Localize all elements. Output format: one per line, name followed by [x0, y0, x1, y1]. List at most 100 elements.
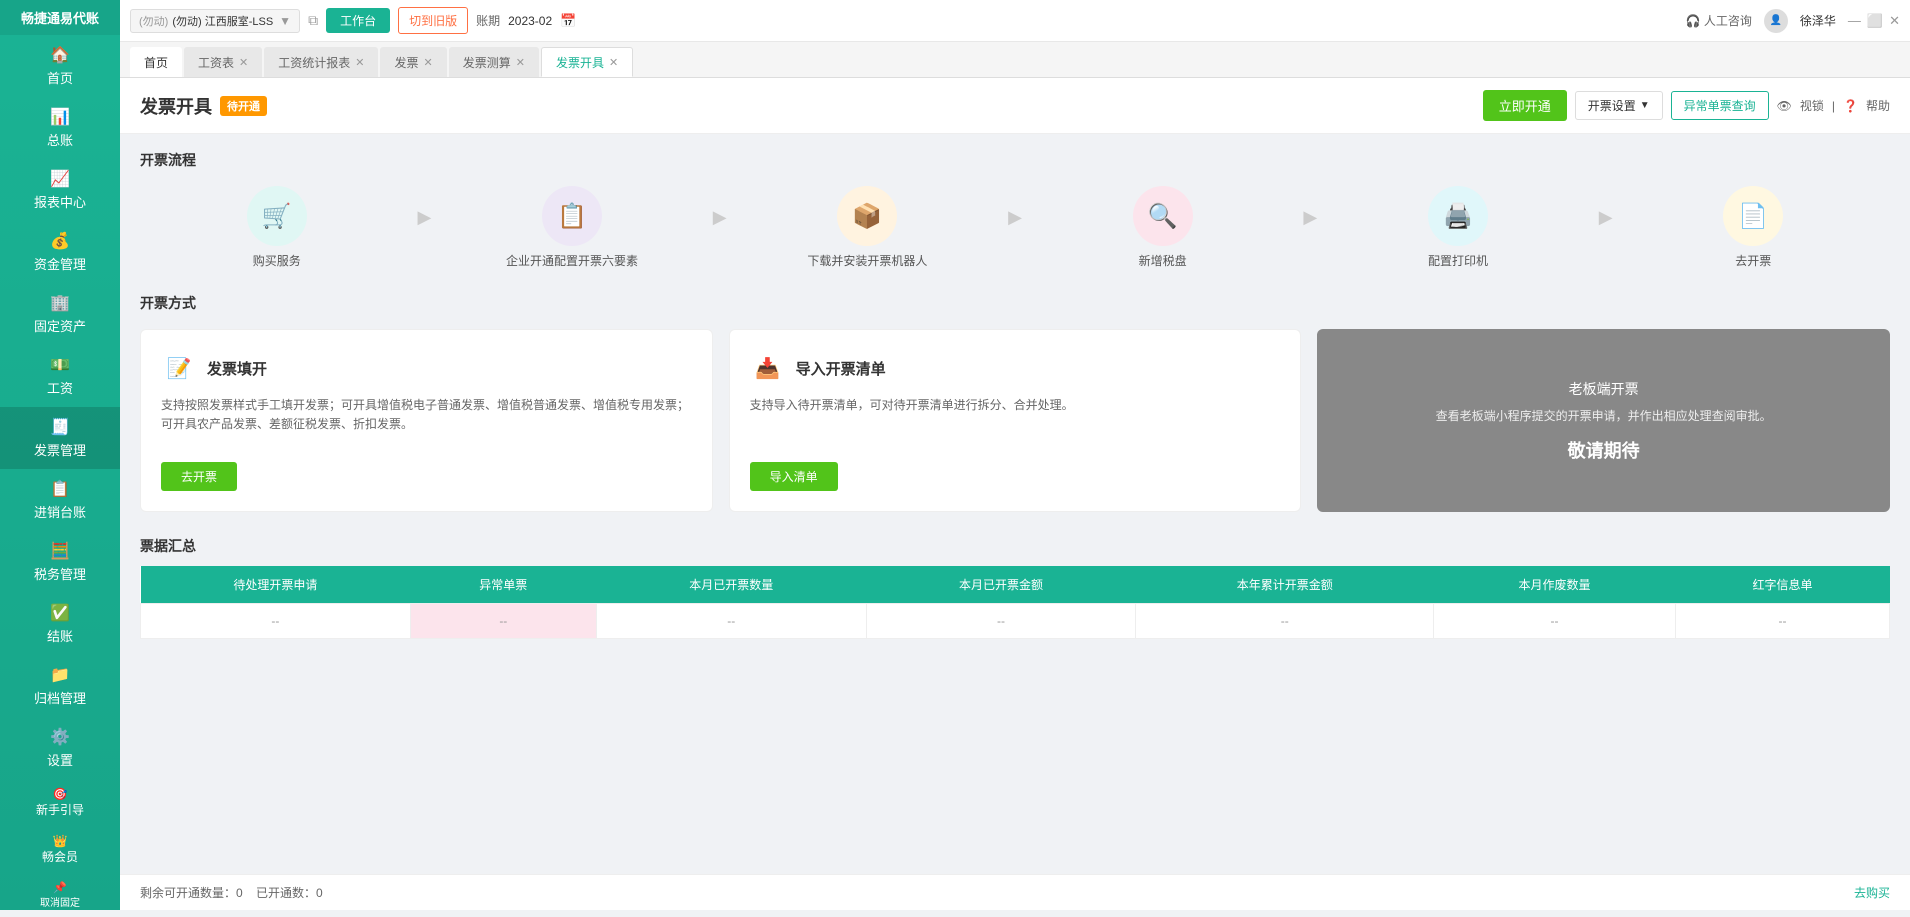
view-label[interactable]: 视锁	[1800, 97, 1824, 114]
summary-table: 待处理开票申请异常单票本月已开票数量本月已开票金额本年累计开票金额本月作废数量红…	[140, 566, 1890, 639]
flow-arrow-2: ▶	[1008, 207, 1022, 248]
summary-cell-4: --	[1136, 604, 1434, 639]
flow-arrow-1: ▶	[713, 207, 727, 248]
sidebar-bottom-item-0[interactable]: 🎯新手引导	[0, 779, 120, 826]
headset-icon: 🎧	[1686, 14, 1701, 28]
buy-link[interactable]: 去购买	[1854, 886, 1890, 900]
summary-cell-3: --	[866, 604, 1136, 639]
arrow-icon-2: ▶	[1008, 207, 1022, 227]
settings-dropdown-arrow: ▼	[1640, 100, 1650, 111]
sidebar-label-6: 发票管理	[34, 440, 86, 459]
company-select[interactable]: (勿动) (勿动) 江西服室-LSS ▼	[130, 9, 300, 33]
tab-首页[interactable]: 首页	[130, 47, 182, 77]
view-controls: 👁 视锁 | ❓ 帮助	[1777, 97, 1890, 114]
sidebar-label-9: 结账	[47, 626, 73, 645]
company-label: (勿动)	[139, 13, 168, 29]
tab-close-5[interactable]: ✕	[609, 56, 618, 69]
sidebar-icon-3: 💰	[50, 231, 70, 251]
summary-cell-0[interactable]: --	[141, 604, 411, 639]
method-btn-1[interactable]: 导入清单	[750, 462, 838, 491]
tab-close-2[interactable]: ✕	[355, 56, 364, 69]
topbar: (勿动) (勿动) 江西服室-LSS ▼ ⧉ 工作台 切到旧版 账期 2023-…	[120, 0, 1910, 42]
app-name: 畅捷通易代账	[21, 8, 99, 27]
sidebar-bottom-icon-1: 👑	[53, 834, 68, 848]
sidebar-item-1[interactable]: 📊总账	[0, 97, 120, 159]
sidebar-item-6[interactable]: 🧾 发票管理	[0, 407, 120, 469]
copy-icon[interactable]: ⧉	[308, 12, 318, 29]
tab-工资统计报表[interactable]: 工资统计报表✕	[264, 47, 378, 77]
close-icon[interactable]: ✕	[1889, 13, 1900, 29]
method-title-1: 导入开票清单	[796, 358, 886, 379]
method-btn-0[interactable]: 去开票	[161, 462, 237, 491]
company-dropdown-arrow: ▼	[279, 14, 291, 28]
main-content: (勿动) (勿动) 江西服室-LSS ▼ ⧉ 工作台 切到旧版 账期 2023-…	[120, 0, 1910, 910]
sidebar-item-10[interactable]: 📁归档管理	[0, 655, 120, 717]
sidebar-icon-6: 🧾	[50, 417, 70, 437]
sidebar-item-11[interactable]: ⚙️设置	[0, 717, 120, 779]
sidebar-item-4[interactable]: 🏢固定资产	[0, 283, 120, 345]
sidebar-item-3[interactable]: 💰 资金管理	[0, 221, 120, 283]
flow-step-4[interactable]: 🖨️ 配置打印机	[1321, 186, 1594, 269]
arrow-icon-3: ▶	[1303, 207, 1317, 227]
sidebar-item-9[interactable]: ✅结账	[0, 593, 120, 655]
tab-close-4[interactable]: ✕	[516, 56, 525, 69]
tab-工资表[interactable]: 工资表✕	[184, 47, 262, 77]
sidebar-item-8[interactable]: 🧮 税务管理	[0, 531, 120, 593]
query-button[interactable]: 异常单票查询	[1671, 91, 1769, 120]
tab-close-1[interactable]: ✕	[239, 56, 248, 69]
tab-发票[interactable]: 发票 ✕	[380, 47, 446, 77]
sidebar-bottom-item-1[interactable]: 👑畅会员	[0, 826, 120, 873]
flow-step-0[interactable]: 🛒 购买服务	[140, 186, 413, 269]
flow-step-1[interactable]: 📋 企业开通配置开票六要素	[435, 186, 708, 269]
topbar-right: 🎧 人工咨询 👤 徐泽华 — ⬜ ✕	[1686, 9, 1900, 33]
arrow-icon-4: ▶	[1599, 207, 1613, 227]
header-actions: 立即开通 开票设置 ▼ 异常单票查询 👁 视锁 | ❓ 帮助	[1483, 90, 1890, 121]
summary-col-红字信息单: 红字信息单	[1675, 566, 1889, 604]
service-button[interactable]: 🎧 人工咨询	[1686, 12, 1752, 29]
sidebar-label-8: 税务管理	[34, 564, 86, 583]
sidebar-icon-1: 📊	[50, 107, 70, 127]
sidebar-label-3: 资金管理	[34, 254, 86, 273]
user-name[interactable]: 徐泽华	[1800, 12, 1836, 29]
sidebar-item-5[interactable]: 💵工资	[0, 345, 120, 407]
step-label-2: 下载并安装开票机器人	[807, 252, 927, 269]
tab-发票测算[interactable]: 发票测算✕	[449, 47, 539, 77]
flow-step-5[interactable]: 📄 去开票	[1617, 186, 1890, 269]
tab-close-3[interactable]: ✕	[424, 56, 433, 69]
methods-section-title: 开票方式	[140, 293, 1890, 313]
flow-arrow-0: ▶	[417, 207, 431, 248]
step-icon-0: 🛒	[247, 186, 307, 246]
step-label-5: 去开票	[1735, 252, 1771, 269]
sidebar-label-0: 首页	[47, 68, 73, 87]
flow-step-2[interactable]: 📦 下载并安装开票机器人	[731, 186, 1004, 269]
sidebar-item-7[interactable]: 📋进销台账	[0, 469, 120, 531]
step-icon-3: 🔍	[1133, 186, 1193, 246]
maximize-icon[interactable]: ⬜	[1867, 13, 1883, 29]
help-label[interactable]: 帮助	[1866, 97, 1890, 114]
tab-发票开具[interactable]: 发票开具✕	[541, 47, 633, 77]
sidebar-item-2[interactable]: 📈报表中心	[0, 159, 120, 221]
sidebar-item-0[interactable]: 🏠首页	[0, 35, 120, 97]
flow-section-title: 开票流程	[140, 150, 1890, 170]
page-content: 发票开具 待开通 立即开通 开票设置 ▼ 异常单票查询 👁 视锁 | ❓ 帮助	[120, 78, 1910, 874]
tab-label-3: 发票	[394, 54, 418, 71]
cancel-fixed-button[interactable]: 📌取消固定	[0, 873, 120, 917]
workspace-button[interactable]: 工作台	[326, 8, 390, 33]
sidebar-label-10: 归档管理	[34, 688, 86, 707]
period-value: 2023-02	[508, 14, 552, 28]
page-title-area: 发票开具 待开通	[140, 93, 267, 119]
method-desc-0: 支持按照发票样式手工填开发票；可开具增值税电子普通发票、增值税普通发票、增值税专…	[161, 396, 692, 446]
method-card-desc-2: 查看老板端小程序提交的开票申请，并作出相应处理查阅审批。	[1436, 407, 1772, 425]
view-icon: 👁	[1777, 99, 1792, 113]
open-now-button[interactable]: 立即开通	[1483, 90, 1567, 121]
sidebar-icon-7: 📋	[50, 479, 70, 499]
minimize-icon[interactable]: —	[1848, 13, 1861, 28]
sidebar-logo: 畅捷通易代账	[0, 0, 120, 35]
sidebar-icon-8: 🧮	[50, 541, 70, 561]
summary-col-本月已开票数量: 本月已开票数量	[596, 566, 866, 604]
cut-version-button[interactable]: 切到旧版	[398, 7, 468, 34]
calendar-icon[interactable]: 📅	[560, 13, 576, 29]
settings-button[interactable]: 开票设置 ▼	[1575, 91, 1663, 120]
sidebar-icon-5: 💵	[50, 355, 70, 375]
flow-step-3[interactable]: 🔍 新增税盘	[1026, 186, 1299, 269]
